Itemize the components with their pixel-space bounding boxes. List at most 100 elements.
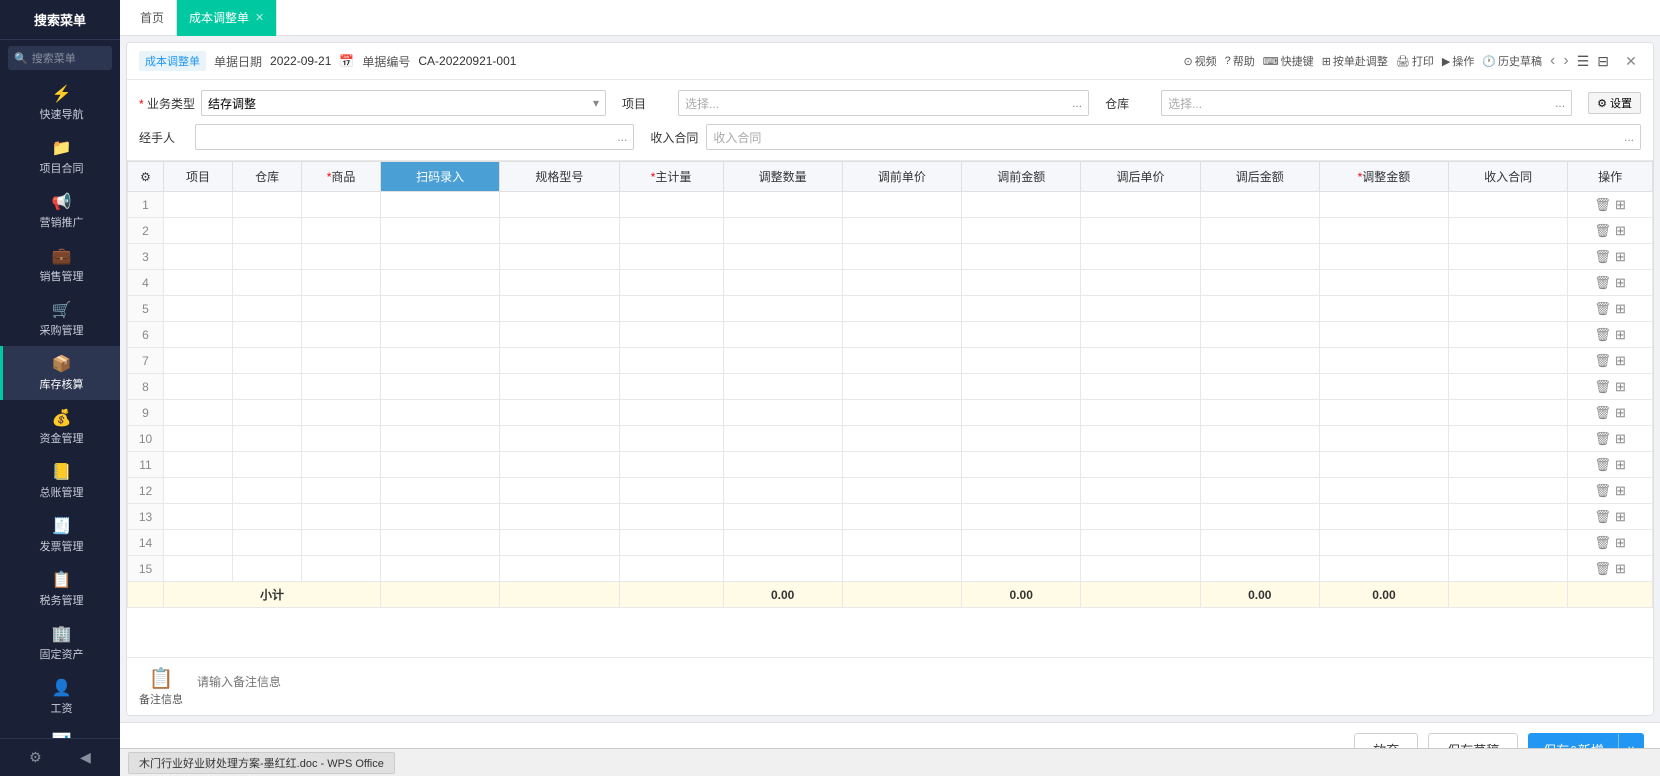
view-grid-icon[interactable]: ☰ <box>1577 53 1590 70</box>
cell-row9-col3[interactable] <box>302 400 381 426</box>
cell-row11-col7[interactable] <box>723 452 842 478</box>
delete-btn-8[interactable]: 🗑 <box>1594 379 1611 395</box>
cell-row3-col4[interactable] <box>381 244 500 270</box>
cell-row12-col13[interactable] <box>1448 478 1567 504</box>
cell-row14-col9[interactable] <box>962 530 1081 556</box>
cell-row2-col13[interactable] <box>1448 218 1567 244</box>
settings-icon[interactable]: ⚙ <box>29 749 42 766</box>
cell-row4-col10[interactable] <box>1081 270 1200 296</box>
cell-row6-col6[interactable] <box>619 322 723 348</box>
sidebar-item-sales-promo[interactable]: 📢 营销推广 <box>0 184 120 238</box>
cell-row8-col9[interactable] <box>962 374 1081 400</box>
cell-row5-col5[interactable] <box>500 296 619 322</box>
cell-row5-col7[interactable] <box>723 296 842 322</box>
delete-btn-11[interactable]: 🗑 <box>1594 457 1611 473</box>
cell-row12-col7[interactable] <box>723 478 842 504</box>
cell-row2-col2[interactable] <box>233 218 302 244</box>
cell-row1-col6[interactable] <box>619 192 723 218</box>
cell-row1-col3[interactable] <box>302 192 381 218</box>
delete-btn-13[interactable]: 🗑 <box>1594 509 1611 525</box>
copy-btn-3[interactable]: ⊞ <box>1615 249 1626 265</box>
cell-row1-col4[interactable] <box>381 192 500 218</box>
sidebar-item-invoice-mgmt[interactable]: 🧾 发票管理 <box>0 508 120 562</box>
biz-type-select[interactable]: 结存调整 ▾ <box>201 90 606 116</box>
cell-row8-col11[interactable] <box>1200 374 1319 400</box>
cell-row6-col13[interactable] <box>1448 322 1567 348</box>
cell-row4-col7[interactable] <box>723 270 842 296</box>
cell-row9-col11[interactable] <box>1200 400 1319 426</box>
cell-row13-col8[interactable] <box>842 504 961 530</box>
cell-row7-col8[interactable] <box>842 348 961 374</box>
cell-row3-col1[interactable] <box>164 244 233 270</box>
cell-row10-col5[interactable] <box>500 426 619 452</box>
print-action[interactable]: 🖨 打印 <box>1396 53 1434 69</box>
cell-row7-col7[interactable] <box>723 348 842 374</box>
delete-btn-9[interactable]: 🗑 <box>1594 405 1611 421</box>
cell-row15-col11[interactable] <box>1200 556 1319 582</box>
cell-row10-col1[interactable] <box>164 426 233 452</box>
cell-row6-col10[interactable] <box>1081 322 1200 348</box>
cell-row9-col13[interactable] <box>1448 400 1567 426</box>
cell-row12-col3[interactable] <box>302 478 381 504</box>
cell-row8-col10[interactable] <box>1081 374 1200 400</box>
cell-row15-col10[interactable] <box>1081 556 1200 582</box>
cell-row10-col12[interactable] <box>1319 426 1448 452</box>
cell-row15-col7[interactable] <box>723 556 842 582</box>
col-scan[interactable]: 扫码录入 <box>381 162 500 192</box>
sidebar-item-ledger-mgmt[interactable]: 📒 总账管理 <box>0 454 120 508</box>
cell-row13-col12[interactable] <box>1319 504 1448 530</box>
cell-row15-col2[interactable] <box>233 556 302 582</box>
cell-row11-col6[interactable] <box>619 452 723 478</box>
cell-row14-col1[interactable] <box>164 530 233 556</box>
delete-btn-1[interactable]: 🗑 <box>1594 197 1611 213</box>
cell-row12-col6[interactable] <box>619 478 723 504</box>
cell-row1-col7[interactable] <box>723 192 842 218</box>
adjust-action[interactable]: ⊞ 按单赴调整 <box>1322 53 1388 69</box>
cell-row13-col1[interactable] <box>164 504 233 530</box>
cell-row1-col12[interactable] <box>1319 192 1448 218</box>
cell-row13-col9[interactable] <box>962 504 1081 530</box>
cell-row2-col8[interactable] <box>842 218 961 244</box>
cell-row5-col8[interactable] <box>842 296 961 322</box>
cell-row14-col6[interactable] <box>619 530 723 556</box>
sidebar-item-finance-mgmt[interactable]: 💰 资金管理 <box>0 400 120 454</box>
copy-btn-4[interactable]: ⊞ <box>1615 275 1626 291</box>
cell-row2-col7[interactable] <box>723 218 842 244</box>
cell-row2-col10[interactable] <box>1081 218 1200 244</box>
cell-row9-col1[interactable] <box>164 400 233 426</box>
cell-row13-col10[interactable] <box>1081 504 1200 530</box>
cell-row10-col9[interactable] <box>962 426 1081 452</box>
cell-row5-col11[interactable] <box>1200 296 1319 322</box>
cell-row5-col4[interactable] <box>381 296 500 322</box>
cell-row1-col5[interactable] <box>500 192 619 218</box>
warehouse-select[interactable]: 选择... ... <box>1161 90 1572 116</box>
cell-row9-col10[interactable] <box>1081 400 1200 426</box>
cell-row8-col6[interactable] <box>619 374 723 400</box>
cell-row10-col4[interactable] <box>381 426 500 452</box>
cell-row8-col4[interactable] <box>381 374 500 400</box>
cell-row6-col11[interactable] <box>1200 322 1319 348</box>
cell-row9-col12[interactable] <box>1319 400 1448 426</box>
tab-close-cost-adjust[interactable]: ✕ <box>255 11 264 24</box>
cell-row12-col5[interactable] <box>500 478 619 504</box>
nav-prev[interactable]: ‹ <box>1550 52 1555 70</box>
cell-row3-col11[interactable] <box>1200 244 1319 270</box>
calendar-icon[interactable]: 📅 <box>339 54 354 68</box>
cell-row11-col12[interactable] <box>1319 452 1448 478</box>
nav-next[interactable]: › <box>1563 52 1568 70</box>
cell-row11-col10[interactable] <box>1081 452 1200 478</box>
cell-row8-col8[interactable] <box>842 374 961 400</box>
cell-row12-col2[interactable] <box>233 478 302 504</box>
cell-row1-col1[interactable] <box>164 192 233 218</box>
cell-row1-col13[interactable] <box>1448 192 1567 218</box>
cell-row9-col2[interactable] <box>233 400 302 426</box>
copy-btn-11[interactable]: ⊞ <box>1615 457 1626 473</box>
cell-row4-col13[interactable] <box>1448 270 1567 296</box>
cell-row7-col1[interactable] <box>164 348 233 374</box>
delete-btn-3[interactable]: 🗑 <box>1594 249 1611 265</box>
cell-row10-col7[interactable] <box>723 426 842 452</box>
cell-row4-col4[interactable] <box>381 270 500 296</box>
cell-row7-col13[interactable] <box>1448 348 1567 374</box>
delete-btn-2[interactable]: 🗑 <box>1594 223 1611 239</box>
cell-row1-col10[interactable] <box>1081 192 1200 218</box>
